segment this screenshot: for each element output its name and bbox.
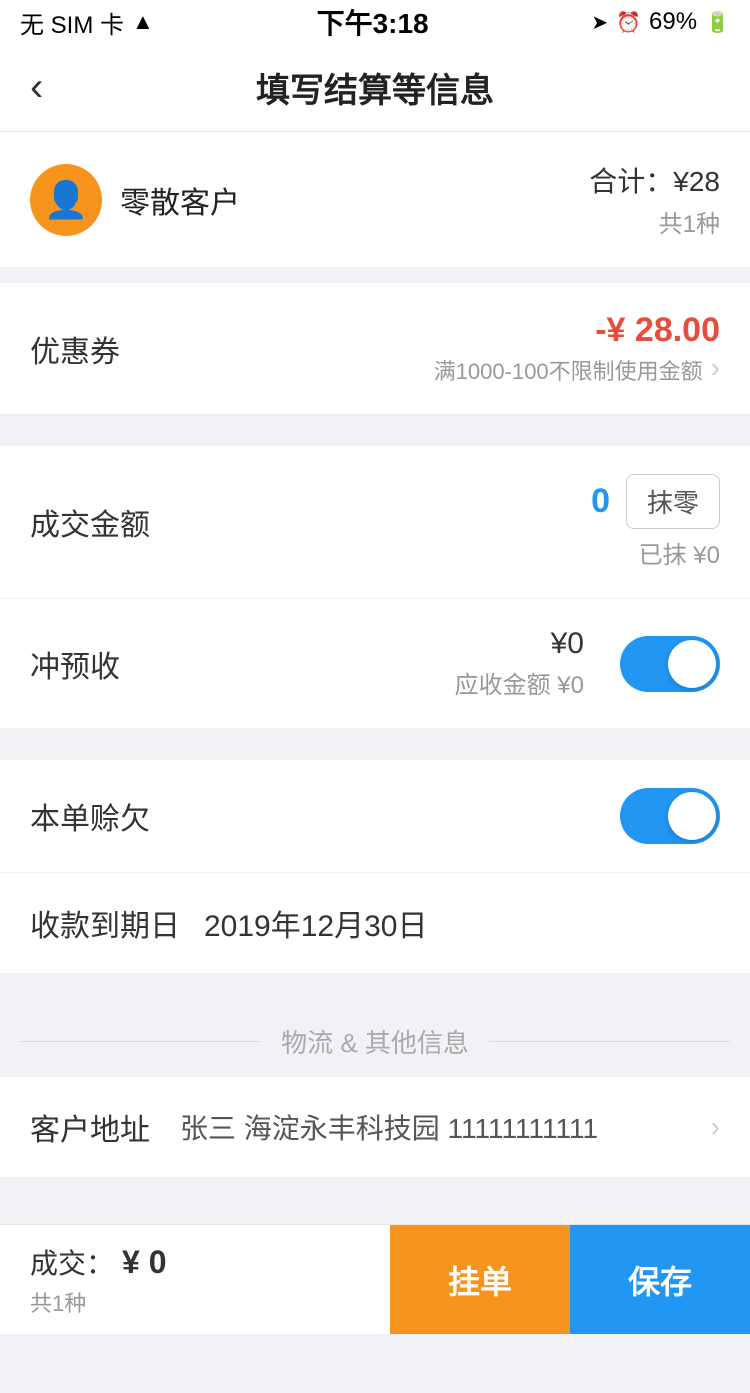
due-date-value: 2019年12月30日 xyxy=(204,901,427,945)
status-time: 下午3:18 xyxy=(317,2,429,42)
prepay-label: 冲预收 xyxy=(30,642,120,686)
back-button[interactable]: ‹ xyxy=(30,55,53,120)
coupon-discount: -¥ 28.00 xyxy=(434,311,720,350)
coupon-row[interactable]: 优惠券 -¥ 28.00 满1000-100不限制使用金额 › xyxy=(0,283,750,414)
user-icon: 👤 xyxy=(44,179,89,221)
page-title: 填写结算等信息 xyxy=(256,63,494,112)
bottom-trade-label: 成交： xyxy=(30,1242,114,1282)
prepay-row: 冲预收 ¥0 应收金额 ¥0 xyxy=(0,599,750,728)
customer-count: 共1种 xyxy=(589,204,720,239)
customer-row: 👤 零散客户 合计：¥28 共1种 xyxy=(0,132,750,267)
coupon-description: 满1000-100不限制使用金额 xyxy=(434,354,703,386)
customer-avatar: 👤 xyxy=(30,164,102,236)
due-date-row: 收款到期日 2019年12月30日 xyxy=(0,873,750,973)
customer-totals: 合计：¥28 共1种 xyxy=(589,160,720,239)
address-section: 客户地址 张三 海淀永丰科技园 11111111111 › xyxy=(0,1077,750,1177)
address-row[interactable]: 客户地址 张三 海淀永丰科技园 11111111111 › xyxy=(0,1077,750,1177)
carrier-label: 无 SIM 卡 xyxy=(20,5,124,40)
battery-label: 69% xyxy=(649,8,697,36)
trade-amount-row: 成交金额 0 抹零 已抹 ¥0 xyxy=(0,446,750,599)
customer-total-label: 合计：¥28 xyxy=(589,160,720,200)
customer-info: 👤 零散客户 xyxy=(30,164,240,236)
logistics-title: 物流 & 其他信息 xyxy=(281,1023,469,1060)
divider-3 xyxy=(0,989,750,1005)
wifi-icon: ▲ xyxy=(132,9,154,35)
battery-icon: 🔋 xyxy=(705,10,730,35)
customer-name: 零散客户 xyxy=(120,178,240,222)
prepay-amount: ¥0 xyxy=(551,627,584,661)
hang-button[interactable]: 挂单 xyxy=(390,1225,570,1334)
logistics-line-right xyxy=(489,1041,730,1042)
save-button[interactable]: 保存 xyxy=(570,1225,750,1334)
debt-toggle-knob xyxy=(668,792,716,840)
logistics-line-left xyxy=(20,1041,261,1042)
coupon-right: -¥ 28.00 满1000-100不限制使用金额 › xyxy=(434,311,720,386)
alarm-icon: ⏰ xyxy=(616,10,641,35)
amount-top: 0 抹零 xyxy=(591,474,720,529)
address-chevron-icon: › xyxy=(711,1111,720,1143)
prepay-toggle[interactable] xyxy=(620,636,720,692)
bottom-summary: 成交： ¥ 0 共1种 xyxy=(0,1225,390,1334)
debt-label: 本单赊欠 xyxy=(30,794,150,838)
trade-amount-value[interactable]: 0 xyxy=(591,482,610,521)
chevron-right-icon: › xyxy=(711,352,720,384)
status-right: ➤ ⏰ 69% 🔋 xyxy=(591,8,730,36)
bottom-bar: 成交： ¥ 0 共1种 挂单 保存 xyxy=(0,1224,750,1334)
coupon-label: 优惠券 xyxy=(30,327,120,371)
divider-2 xyxy=(0,744,750,760)
prepay-right: ¥0 应收金额 ¥0 xyxy=(455,627,720,700)
logistics-header: 物流 & 其他信息 xyxy=(0,1005,750,1077)
coupon-section: 优惠券 -¥ 28.00 满1000-100不限制使用金额 › xyxy=(0,283,750,414)
nav-bar: ‹ 填写结算等信息 xyxy=(0,44,750,132)
trade-amount-right: 0 抹零 已抹 ¥0 xyxy=(591,474,720,570)
address-label: 客户地址 xyxy=(30,1105,150,1149)
debt-toggle[interactable] xyxy=(620,788,720,844)
status-left: 无 SIM 卡 ▲ xyxy=(20,5,154,40)
toggle-knob xyxy=(668,640,716,688)
address-value: 张三 海淀永丰科技园 11111111111 xyxy=(180,1107,711,1147)
round-button[interactable]: 抹零 xyxy=(626,474,720,529)
divider-1 xyxy=(0,430,750,446)
debt-section: 本单赊欠 收款到期日 2019年12月30日 xyxy=(0,760,750,973)
transaction-section: 成交金额 0 抹零 已抹 ¥0 冲预收 ¥0 应收金额 ¥0 xyxy=(0,446,750,728)
trade-amount-sub: 已抹 ¥0 xyxy=(639,535,720,570)
prepay-sub: 应收金额 ¥0 xyxy=(455,665,584,700)
status-bar: 无 SIM 卡 ▲ 下午3:18 ➤ ⏰ 69% 🔋 xyxy=(0,0,750,44)
debt-row: 本单赊欠 xyxy=(0,760,750,873)
bottom-trade-value: ¥ 0 xyxy=(122,1244,166,1281)
bottom-trade-row: 成交： ¥ 0 xyxy=(30,1242,360,1282)
location-icon: ➤ xyxy=(591,10,608,35)
bottom-count: 共1种 xyxy=(30,1286,360,1318)
due-date-label: 收款到期日 xyxy=(30,901,180,945)
trade-amount-label: 成交金额 xyxy=(30,500,150,544)
